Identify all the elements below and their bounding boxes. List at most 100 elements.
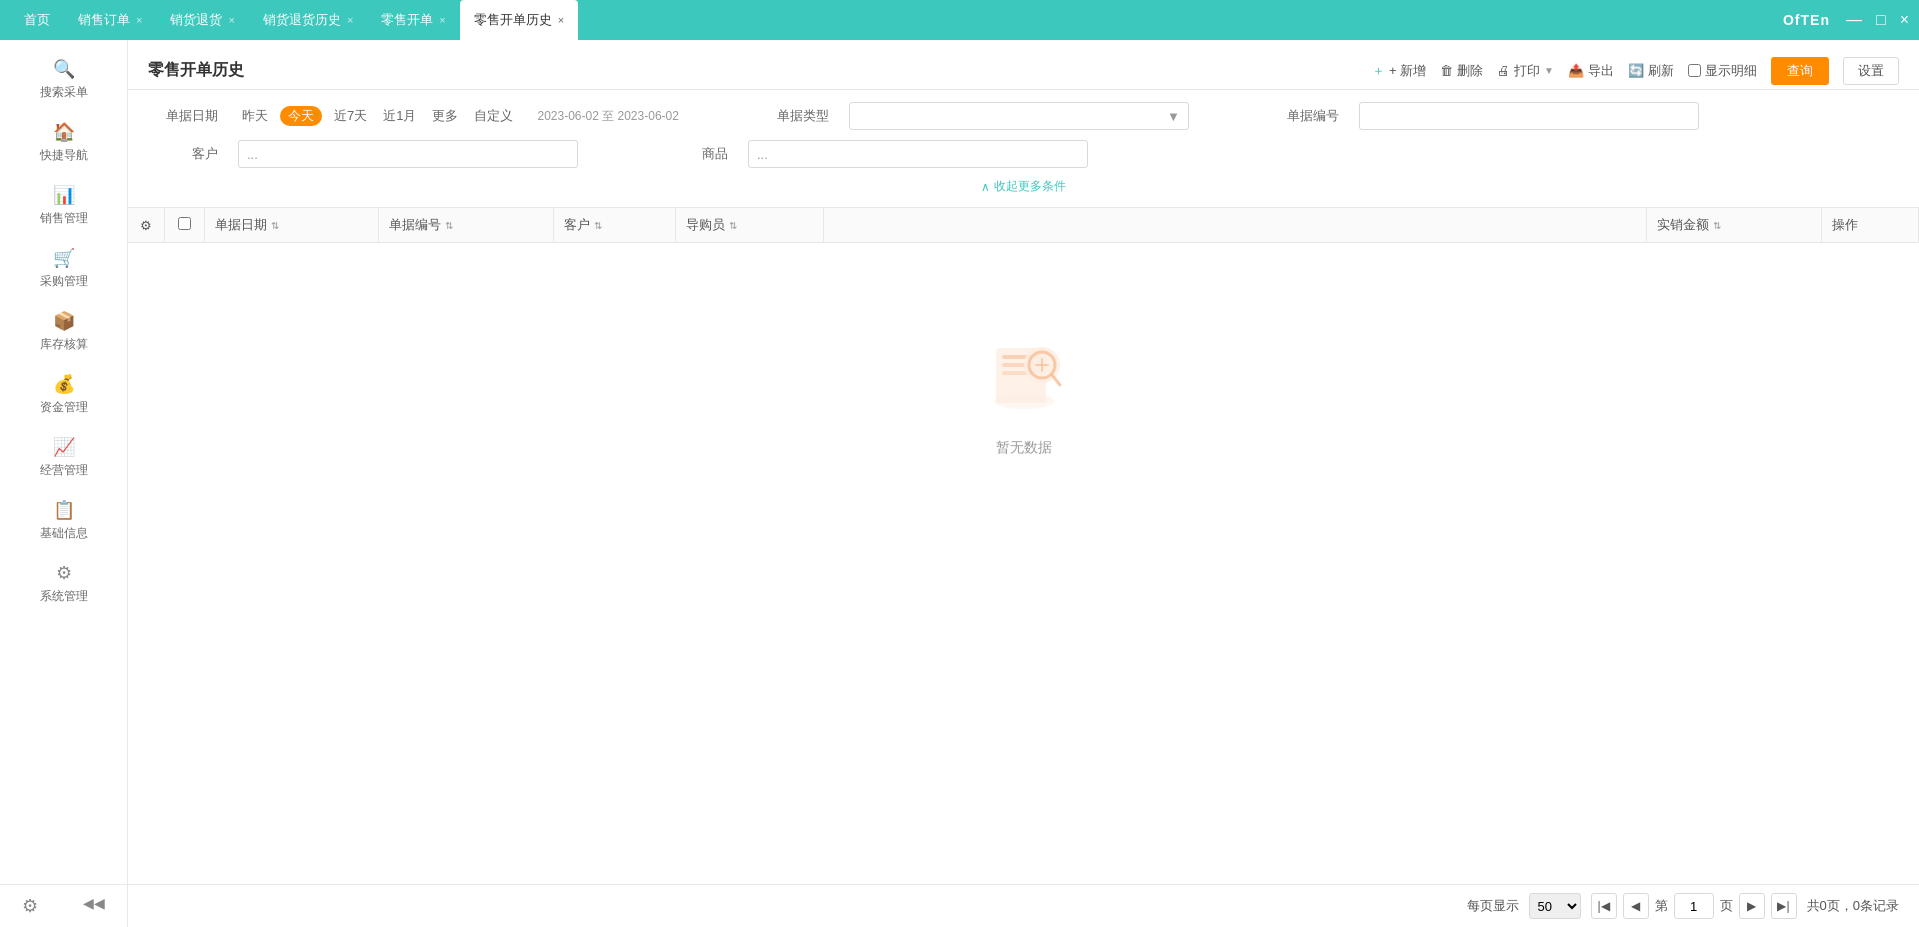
goods-filter-label: 商品	[658, 145, 728, 163]
column-settings-icon[interactable]: ⚙	[140, 218, 152, 233]
close-tab-retail-order-history[interactable]: ×	[558, 14, 564, 26]
type-select[interactable]: ▼	[849, 102, 1189, 130]
table-header: ⚙ 单据日期 ⇅ 单据编号	[128, 208, 1919, 243]
filter-area: 单据日期 昨天 今天 近7天 近1月 更多 自定义 2023-06-02 至 2…	[128, 90, 1919, 208]
next-page-btn[interactable]: ▶	[1739, 893, 1765, 919]
filter-row-date: 单据日期 昨天 今天 近7天 近1月 更多 自定义 2023-06-02 至 2…	[148, 102, 1899, 130]
empty-state: 暂无数据	[128, 243, 1919, 537]
display-cols-toggle[interactable]: 显示明细	[1688, 62, 1757, 80]
basic-info-icon: 📋	[53, 499, 75, 521]
tab-sales-order[interactable]: 销售订单 ×	[64, 0, 156, 40]
page-header: 零售开单历史 ＋ + 新增 🗑 删除 🖨 打印 ▼ 📤 导出	[128, 40, 1919, 90]
col-checkbox[interactable]	[164, 208, 204, 243]
type-select-arrow: ▼	[1167, 109, 1180, 124]
type-filter-label: 单据类型	[759, 107, 829, 125]
close-tab-sales-return[interactable]: ×	[228, 14, 234, 26]
date-yesterday[interactable]: 昨天	[238, 106, 272, 126]
page-number-input[interactable]	[1674, 893, 1714, 919]
collapse-button[interactable]: ∧ 收起更多条件	[981, 178, 1066, 195]
sort-amount-icon[interactable]: ⇅	[1713, 220, 1721, 231]
per-page-select[interactable]: 10 20 50 100	[1529, 893, 1581, 919]
window-minimize[interactable]: —	[1846, 11, 1862, 29]
customer-input[interactable]: ...	[238, 140, 578, 168]
tab-home[interactable]: 零售开单历史 首页	[10, 0, 64, 40]
collapse-up-icon: ∧	[981, 180, 990, 194]
export-icon: 📤	[1568, 63, 1584, 78]
empty-illustration	[974, 323, 1074, 423]
date-today[interactable]: 今天	[280, 106, 322, 126]
date-range-display: 2023-06-02 至 2023-06-02	[537, 108, 678, 125]
prev-page-btn[interactable]: ◀	[1623, 893, 1649, 919]
page-suffix: 页	[1720, 897, 1733, 915]
svg-line-7	[1052, 375, 1060, 385]
page-label: 第	[1655, 897, 1668, 915]
sidebar-bottom: ⚙ ◀◀	[0, 884, 127, 927]
date-custom[interactable]: 自定义	[470, 106, 517, 126]
sidebar-item-nav[interactable]: 🏠 快捷导航	[0, 111, 127, 174]
collapse-icon[interactable]: ◀◀	[83, 895, 105, 917]
settings-icon[interactable]: ⚙	[22, 895, 38, 917]
date-7days[interactable]: 近7天	[330, 106, 371, 126]
sort-guide-icon[interactable]: ⇅	[729, 220, 737, 231]
first-page-btn[interactable]: |◀	[1591, 893, 1617, 919]
add-button[interactable]: ＋ + 新增	[1372, 62, 1426, 80]
collapse-row: ∧ 收起更多条件	[148, 178, 1899, 195]
total-info: 共0页，0条记录	[1807, 897, 1899, 915]
per-page-label: 每页显示	[1467, 897, 1519, 915]
number-input[interactable]	[1359, 102, 1699, 130]
close-tab-sales-order[interactable]: ×	[136, 14, 142, 26]
sidebar-item-finance[interactable]: 💰 资金管理	[0, 363, 127, 426]
top-tab-bar: 零售开单历史 首页 销售订单 × 销货退货 × 销货退货历史 × 零售开单 × …	[0, 0, 1919, 40]
close-tab-retail-order[interactable]: ×	[439, 14, 445, 26]
sidebar-item-purchase[interactable]: 🛒 采购管理	[0, 237, 127, 300]
tab-retail-order[interactable]: 零售开单 ×	[367, 0, 459, 40]
purchase-icon: 🛒	[53, 247, 75, 269]
window-close[interactable]: ×	[1900, 11, 1909, 29]
sales-icon: 📊	[53, 184, 75, 206]
tab-sales-return-history[interactable]: 销货退货历史 ×	[249, 0, 367, 40]
tab-sales-return[interactable]: 销货退货 ×	[156, 0, 248, 40]
print-arrow: ▼	[1544, 65, 1554, 76]
date-1month[interactable]: 近1月	[379, 106, 420, 126]
col-empty-space	[823, 208, 1646, 243]
system-icon: ⚙	[56, 562, 72, 584]
toolbar: ＋ + 新增 🗑 删除 🖨 打印 ▼ 📤 导出 🔄	[1372, 57, 1899, 85]
sidebar-item-inventory[interactable]: 📦 库存核算	[0, 300, 127, 363]
sidebar-item-operations[interactable]: 📈 经营管理	[0, 426, 127, 489]
sort-number-icon[interactable]: ⇅	[445, 220, 453, 231]
sort-date-icon[interactable]: ⇅	[271, 220, 279, 231]
search-icon: 🔍	[53, 58, 75, 80]
sidebar-item-search[interactable]: 🔍 搜索采单	[0, 48, 127, 111]
window-maximize[interactable]: □	[1876, 11, 1886, 29]
col-settings[interactable]: ⚙	[128, 208, 164, 243]
display-cols-checkbox[interactable]	[1688, 64, 1701, 77]
sort-customer-icon[interactable]: ⇅	[594, 220, 602, 231]
home-icon: 🏠	[53, 121, 75, 143]
col-number: 单据编号 ⇅	[379, 208, 554, 243]
sidebar: 🔍 搜索采单 🏠 快捷导航 📊 销售管理 🛒 采购管理 📦 库存核算 💰 资金管…	[0, 40, 128, 927]
delete-button[interactable]: 🗑 删除	[1440, 62, 1483, 80]
add-icon: ＋	[1372, 62, 1385, 80]
close-tab-sales-return-history[interactable]: ×	[347, 14, 353, 26]
main-layout: 🔍 搜索采单 🏠 快捷导航 📊 销售管理 🛒 采购管理 📦 库存核算 💰 资金管…	[0, 40, 1919, 927]
select-all-checkbox[interactable]	[178, 217, 191, 230]
sidebar-item-sales[interactable]: 📊 销售管理	[0, 174, 127, 237]
export-button[interactable]: 📤 导出	[1568, 62, 1614, 80]
last-page-btn[interactable]: ▶|	[1771, 893, 1797, 919]
sidebar-item-basic-info[interactable]: 📋 基础信息	[0, 489, 127, 552]
setting-button[interactable]: 设置	[1843, 57, 1899, 85]
date-options: 昨天 今天 近7天 近1月 更多 自定义	[238, 106, 517, 126]
sidebar-item-system[interactable]: ⚙ 系统管理	[0, 552, 127, 615]
col-amount: 实销金额 ⇅	[1647, 208, 1822, 243]
delete-icon: 🗑	[1440, 63, 1453, 78]
refresh-button[interactable]: 🔄 刷新	[1628, 62, 1674, 80]
tab-retail-order-history[interactable]: 零售开单历史 ×	[460, 0, 578, 40]
number-filter-label: 单据编号	[1269, 107, 1339, 125]
customer-filter-label: 客户	[148, 145, 218, 163]
col-date: 单据日期 ⇅	[204, 208, 379, 243]
goods-input[interactable]: ...	[748, 140, 1088, 168]
print-button[interactable]: 🖨 打印 ▼	[1497, 62, 1554, 80]
date-more[interactable]: 更多	[428, 106, 462, 126]
query-button[interactable]: 查询	[1771, 57, 1829, 85]
page-title: 零售开单历史	[148, 60, 244, 81]
